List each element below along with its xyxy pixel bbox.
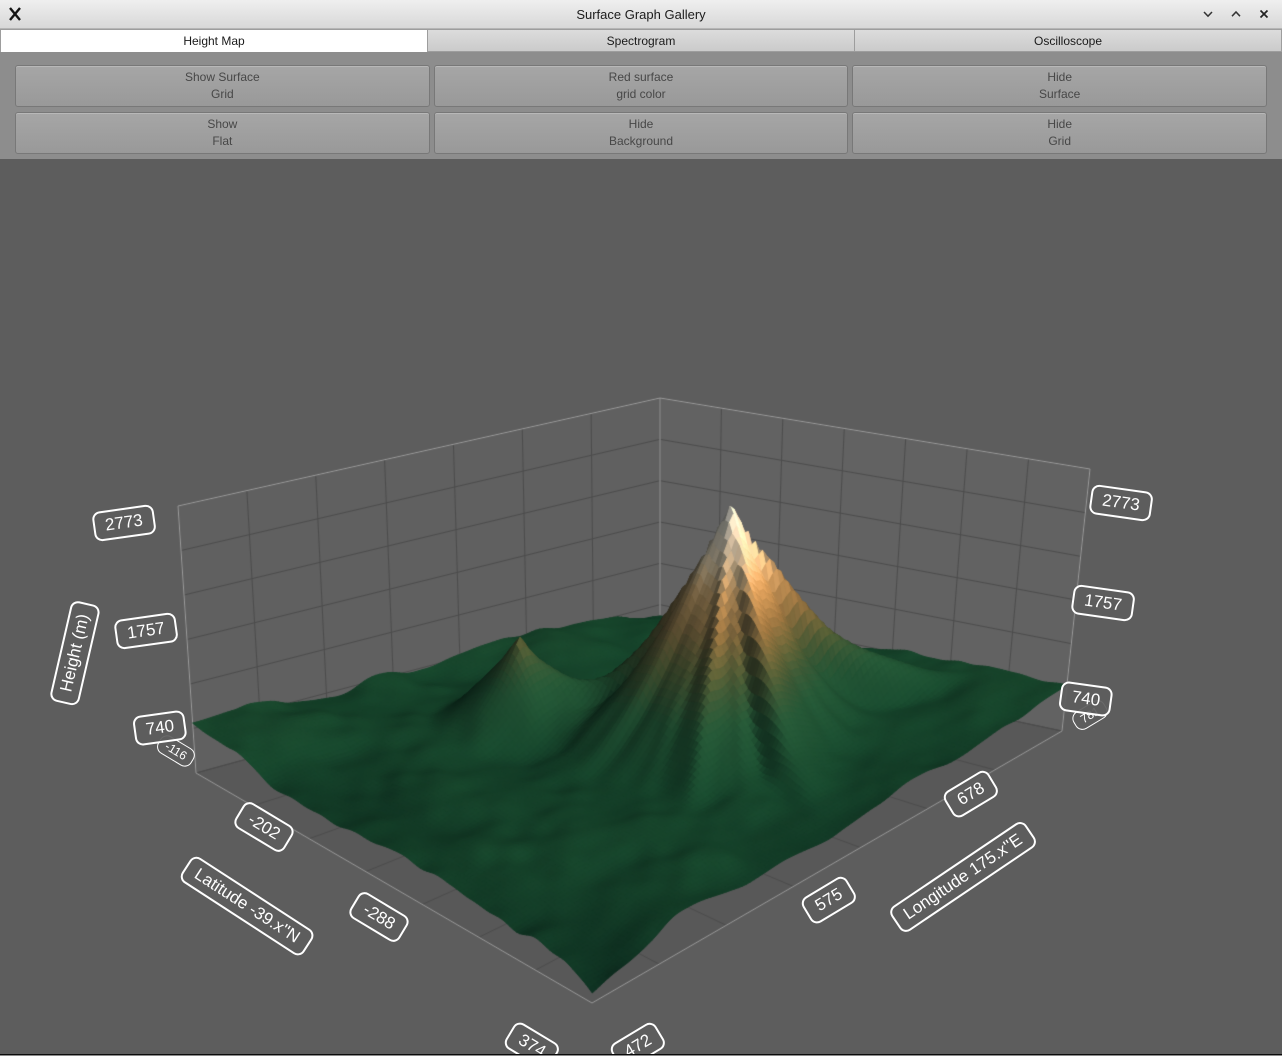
chevron-up-icon [1229,7,1243,21]
close-icon [1257,7,1271,21]
toggle-surface-button[interactable]: Hide Surface [852,65,1267,107]
toolbar: Show Surface Grid Red surface grid color… [0,52,1282,159]
toolbar-row-2: Show Flat Hide Background Hide Grid [15,112,1267,154]
maximize-button[interactable] [1224,3,1248,25]
chevron-down-icon [1201,7,1215,21]
toggle-flat-shading-button[interactable]: Show Flat [15,112,430,154]
toggle-background-button[interactable]: Hide Background [434,112,849,154]
surface-grid-color-button[interactable]: Red surface grid color [434,65,849,107]
shade-button[interactable] [1196,3,1220,25]
window-title: Surface Graph Gallery [0,7,1282,22]
tab-height-map[interactable]: Height Map [0,29,428,52]
toolbar-row-1: Show Surface Grid Red surface grid color… [15,65,1267,107]
toggle-surface-grid-button[interactable]: Show Surface Grid [15,65,430,107]
app-window: Surface Graph Gallery Height Map Spectro… [0,0,1282,1055]
close-button[interactable] [1252,3,1276,25]
tab-oscilloscope[interactable]: Oscilloscope [855,29,1282,52]
titlebar[interactable]: Surface Graph Gallery [0,0,1282,29]
tab-bar: Height Map Spectrogram Oscilloscope [0,29,1282,52]
tab-spectrogram[interactable]: Spectrogram [428,29,855,52]
surface-chart: 2773 1757 740 Height (m) 2773 1757 740 -… [0,159,1282,1054]
window-controls [1196,0,1276,28]
toggle-grid-button[interactable]: Hide Grid [852,112,1267,154]
